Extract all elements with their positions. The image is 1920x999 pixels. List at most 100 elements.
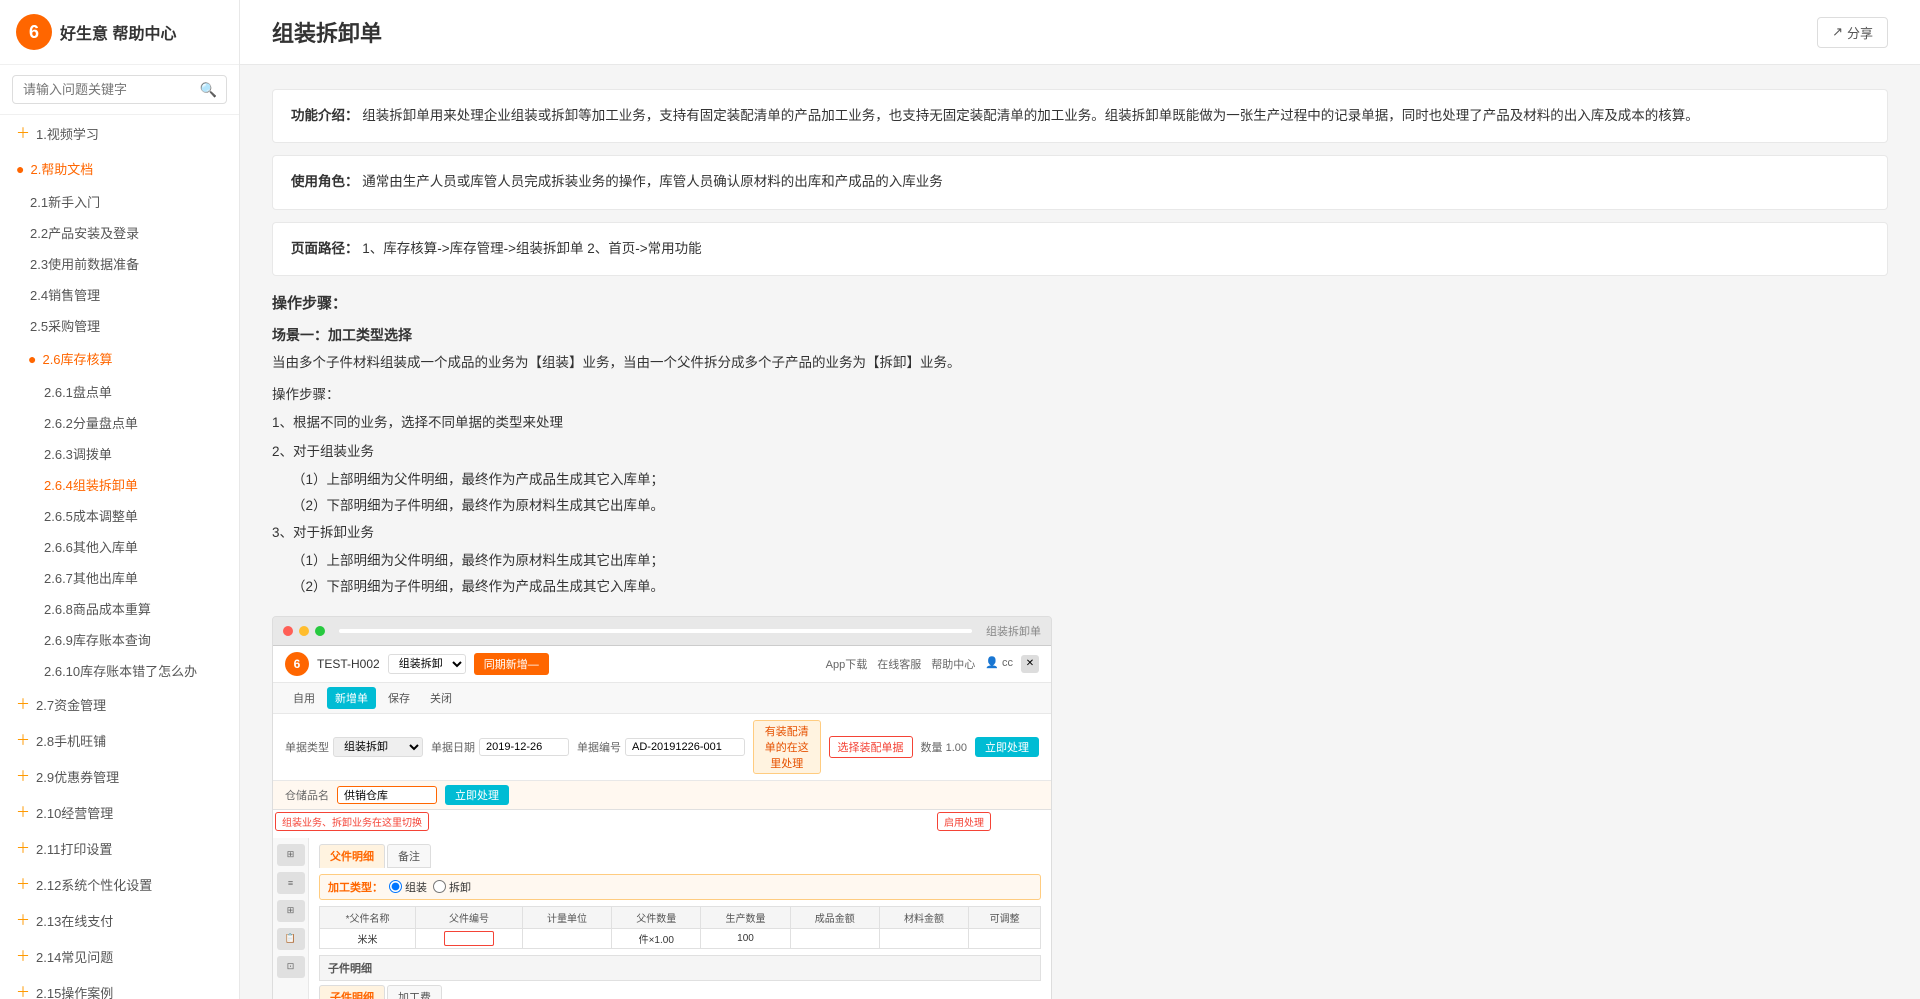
upper-td-unit-1 <box>522 928 611 948</box>
sidebar-subitem-24[interactable]: 2.4销售管理 <box>0 279 239 310</box>
upper-td-prodamt-1 <box>790 928 879 948</box>
erp-icon-help: 帮助中心 <box>931 656 975 672</box>
sidebar-subitem-23[interactable]: 2.3使用前数据准备 <box>0 248 239 279</box>
date-input[interactable] <box>479 738 569 756</box>
share-icon: ↗ <box>1832 24 1843 40</box>
search-box: 🔍 <box>0 65 239 115</box>
sidebar-item-27[interactable]: ＋ 2.7资金管理 <box>0 686 239 722</box>
type-select[interactable]: 组装拆卸 <box>333 737 423 757</box>
share-button[interactable]: ↗ 分享 <box>1817 17 1888 48</box>
upper-th-adjust: 可调整 <box>969 906 1041 928</box>
left-icon-2[interactable]: ≡ <box>277 872 305 894</box>
sidebar-subitem-264[interactable]: 2.6.4组装拆卸单 <box>0 469 239 500</box>
upper-th-qty: 父件数量 <box>612 906 701 928</box>
left-icon-1[interactable]: ⊞ <box>277 844 305 866</box>
select-doc-btn[interactable]: 选择装配单据 <box>829 736 913 758</box>
sidebar-subitem-21[interactable]: 2.1新手入门 <box>0 186 239 217</box>
type-radio-disassemble[interactable]: 拆卸 <box>433 879 471 895</box>
path-label: 页面路径： <box>291 241 359 256</box>
lower-tab-fee[interactable]: 加工费 <box>387 985 442 999</box>
lower-tab-child[interactable]: 子件明细 <box>319 985 385 999</box>
sidebar-header: 6 好生意 帮助中心 <box>0 0 239 65</box>
sidebar-item-docs[interactable]: ● 2.帮助文档 <box>0 151 239 186</box>
sidebar-subitem-262[interactable]: 2.6.2分量盘点单 <box>0 407 239 438</box>
erp-screenshot: 组装拆卸单 6 TEST-H002 组装拆卸 同期新增— App下载 在线客服 … <box>272 616 1052 999</box>
path-text: 1、库存核算->库存管理->组装拆卸单 2、首页->常用功能 <box>362 241 701 256</box>
sidebar-item-213[interactable]: ＋ 2.13在线支付 <box>0 902 239 938</box>
tab-parent[interactable]: 父件明细 <box>319 844 385 868</box>
erp-nav-home[interactable]: 自用 <box>285 687 323 709</box>
sidebar-subitem-269[interactable]: 2.6.9库存账本查询 <box>0 624 239 655</box>
sidebar-item-215[interactable]: ＋ 2.15操作案例 <box>0 974 239 999</box>
erp-icon-app: App下载 <box>826 656 868 672</box>
sidebar-subitem-26[interactable]: ● 2.6库存核算 <box>0 341 239 376</box>
sidebar-item-212[interactable]: ＋ 2.12系统个性化设置 <box>0 866 239 902</box>
path-box: 页面路径： 1、库存核算->库存管理->组装拆卸单 2、首页->常用功能 <box>272 222 1888 276</box>
erp-icons: App下载 在线客服 帮助中心 👤 cc <box>826 656 1013 672</box>
expand-icon-26: ● <box>28 351 36 367</box>
type-radio-assemble[interactable]: 组装 <box>389 879 427 895</box>
sidebar-subitem-268[interactable]: 2.6.8商品成本重算 <box>0 593 239 624</box>
confirm-btn[interactable]: 立即处理 <box>975 737 1039 757</box>
sidebar-subitem-266[interactable]: 2.6.6其他入库单 <box>0 531 239 562</box>
warehouse-input[interactable] <box>337 786 437 804</box>
erp-nav-new[interactable]: 新增单 <box>327 687 376 709</box>
browser-bar: 组装拆卸单 <box>273 617 1051 646</box>
sidebar-subitem-25[interactable]: 2.5采购管理 <box>0 310 239 341</box>
upper-th-name: *父件名称 <box>320 906 416 928</box>
upper-td-prod-1: 100 <box>701 928 790 948</box>
erp-close-btn[interactable]: ✕ <box>1021 655 1039 673</box>
scene1-steps-title: 操作步骤： <box>272 383 1888 407</box>
sidebar: 6 好生意 帮助中心 🔍 ＋ 1.视频学习 ● 2.帮助文档 2.1新手入门 2… <box>0 0 240 999</box>
left-icon-3[interactable]: ⊞ <box>277 900 305 922</box>
sidebar-item-28[interactable]: ＋ 2.8手机旺铺 <box>0 722 239 758</box>
annotation-enable: 启用处理 <box>937 812 991 831</box>
sidebar-subitem-263[interactable]: 2.6.3调拨单 <box>0 438 239 469</box>
erp-toolbar: 单据类型 组装拆卸 单据日期 单据编号 有装配清单的在这里处理 选择装 <box>273 714 1051 781</box>
expand-icon-video: ＋ <box>16 123 30 143</box>
left-icon-5[interactable]: ⊡ <box>277 956 305 978</box>
date-label: 单据日期 <box>431 739 475 755</box>
main-header: 组装拆卸单 ↗ 分享 <box>240 0 1920 65</box>
page-title: 组装拆卸单 <box>272 16 382 48</box>
erp-nav-save[interactable]: 保存 <box>380 687 418 709</box>
sidebar-subitem-261[interactable]: 2.6.1盘点单 <box>0 376 239 407</box>
sidebar-subitem-267[interactable]: 2.6.7其他出库单 <box>0 562 239 593</box>
role-text: 通常由生产人员或库管人员完成拆装业务的操作，库管人员确认原材料的出库和产成品的入… <box>362 174 943 189</box>
erp-company: TEST-H002 <box>317 657 380 671</box>
sidebar-item-video[interactable]: ＋ 1.视频学习 <box>0 115 239 151</box>
erp-notice: 有装配清单的在这里处理 <box>753 720 821 774</box>
sidebar-subitem-22[interactable]: 2.2产品安装及登录 <box>0 217 239 248</box>
search-input[interactable] <box>12 75 227 104</box>
sidebar-item-29[interactable]: ＋ 2.9优惠券管理 <box>0 758 239 794</box>
upper-th-unit: 计量单位 <box>522 906 611 928</box>
func-intro-box: 功能介绍： 组装拆卸单用来处理企业组装或拆卸等加工业务，支持有固定装配清单的产品… <box>272 89 1888 143</box>
erp-subtoolbar: 仓储品名 立即处理 组装业务、拆卸业务在这里切换 启用处理 <box>273 781 1051 810</box>
role-label: 使用角色： <box>291 174 359 189</box>
scene1-step3: 3、对于拆卸业务 <box>272 521 1888 545</box>
func-intro-label: 功能介绍： <box>291 108 359 123</box>
annotation-type-switch: 组装业务、拆卸业务在这里切换 <box>275 812 429 831</box>
sidebar-item-214[interactable]: ＋ 2.14常见问题 <box>0 938 239 974</box>
app-logo: 6 <box>16 14 52 50</box>
erp-new-btn[interactable]: 同期新增— <box>474 653 549 675</box>
field-date: 单据日期 <box>431 738 569 756</box>
erp-body: ⊞ ≡ ⊞ 📋 ⊡ 父件明细 备注 <box>273 838 1051 999</box>
nav-section: ＋ 1.视频学习 ● 2.帮助文档 2.1新手入门 2.2产品安装及登录 2.3… <box>0 115 239 999</box>
search-icon[interactable]: 🔍 <box>200 81 217 98</box>
scene1-desc: 当由多个子件材料组装成一个成品的业务为【组装】业务，当由一个父件拆分成多个子产品… <box>272 351 1888 375</box>
sidebar-item-211[interactable]: ＋ 2.11打印设置 <box>0 830 239 866</box>
scene1-title: 场景一：加工类型选择 <box>272 325 1888 345</box>
tab-remark[interactable]: 备注 <box>387 844 431 868</box>
sidebar-subitem-265[interactable]: 2.6.5成本调整单 <box>0 500 239 531</box>
sidebar-subitem-2610[interactable]: 2.6.10库存账本错了怎么办 <box>0 655 239 686</box>
sidebar-item-210[interactable]: ＋ 2.10经营管理 <box>0 794 239 830</box>
upper-td-id-input-1[interactable] <box>444 931 494 946</box>
docnum-input[interactable] <box>625 738 745 756</box>
browser-dot-yellow <box>299 626 309 636</box>
upper-th-mat-amt: 材料金额 <box>879 906 968 928</box>
confirm-btn2[interactable]: 立即处理 <box>445 785 509 805</box>
erp-nav-close[interactable]: 关闭 <box>422 687 460 709</box>
left-icon-4[interactable]: 📋 <box>277 928 305 950</box>
erp-dropdown[interactable]: 组装拆卸 <box>388 654 466 674</box>
